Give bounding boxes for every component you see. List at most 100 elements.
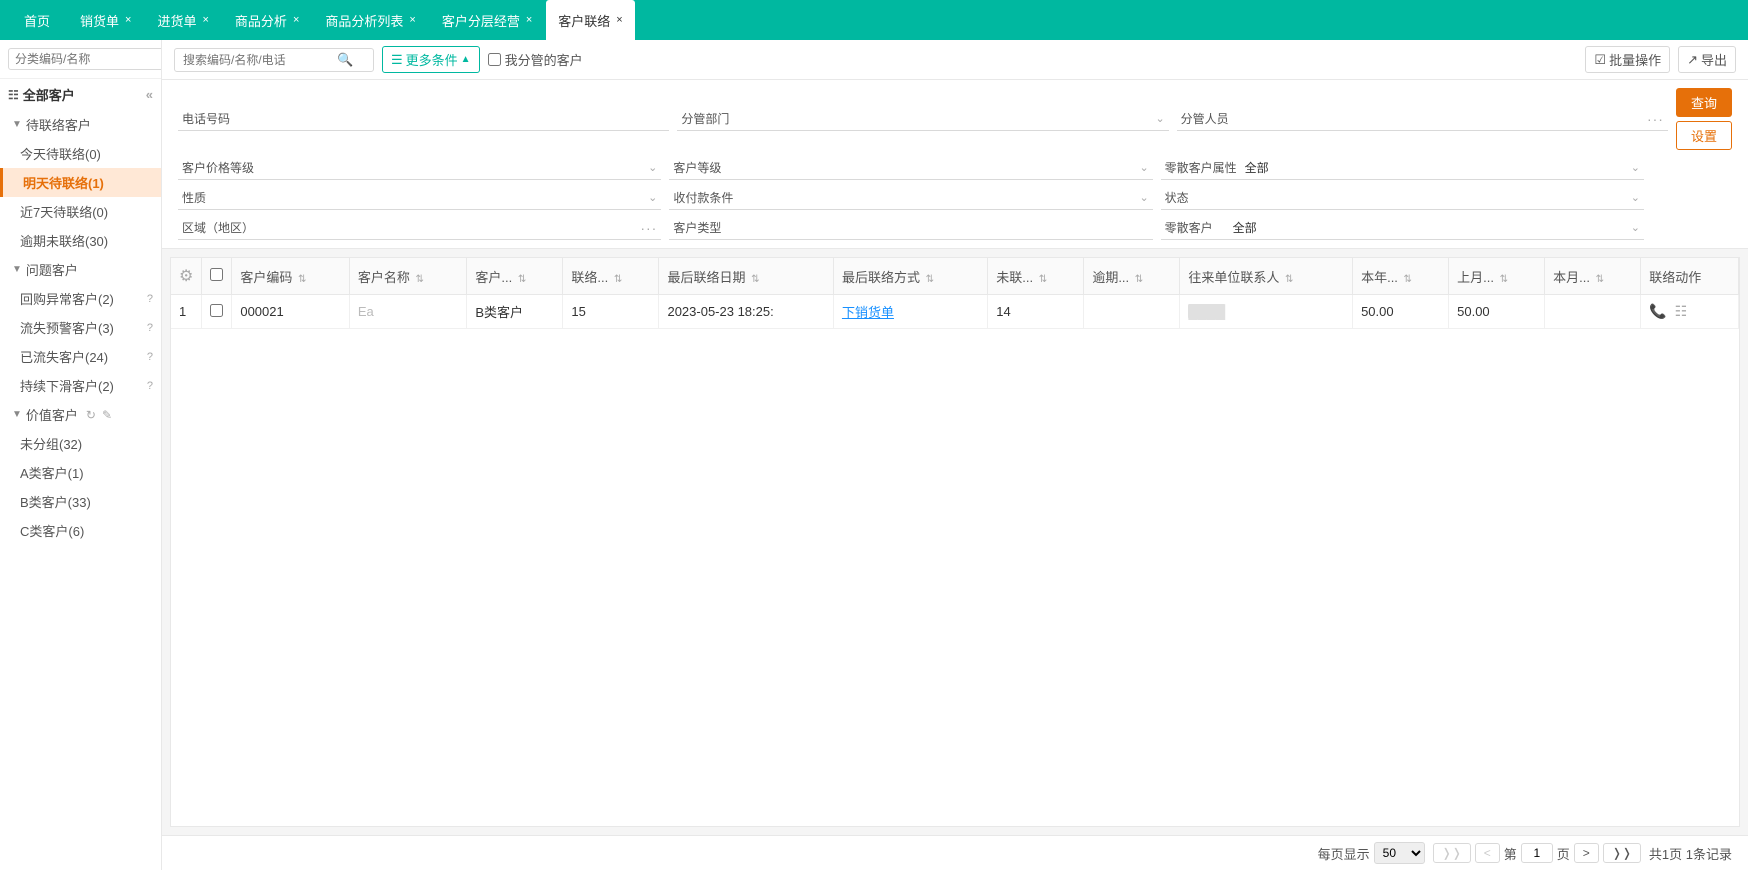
- sidebar-search-input[interactable]: [8, 48, 162, 70]
- page-last-btn[interactable]: ❭❭: [1603, 843, 1641, 863]
- th-contact-count-sort[interactable]: ⇅: [614, 274, 622, 285]
- nav-sales[interactable]: 销货单 ×: [68, 0, 143, 40]
- filter-dept[interactable]: 分管部门 ⌄: [677, 107, 1168, 131]
- sidebar-item-ungrouped[interactable]: 未分组(32): [0, 429, 161, 458]
- th-name-sort[interactable]: ⇅: [416, 274, 424, 285]
- nav-sales-close[interactable]: ×: [125, 14, 131, 26]
- sidebar-group-value[interactable]: ▼ 价值客户 ↻ ✎: [0, 400, 161, 429]
- sidebar-item-warning[interactable]: 流失预警客户(3) ?: [0, 313, 161, 342]
- filter-gender-label: 性质: [182, 189, 242, 206]
- page-label: 第: [1504, 844, 1517, 863]
- nav-purchase-close[interactable]: ×: [202, 14, 208, 26]
- filter-retail-customer[interactable]: 零散客户 全部 ⌄: [1161, 216, 1644, 240]
- nav-product-analysis[interactable]: 商品分析 ×: [223, 0, 311, 40]
- toolbar-search-input[interactable]: [183, 53, 333, 67]
- nav-customer-tier[interactable]: 客户分层经营 ×: [430, 0, 544, 40]
- filter-price-level[interactable]: 客户价格等级 ⌄: [178, 156, 661, 180]
- all-customers-label: 全部客户: [23, 85, 75, 104]
- my-customers-checkbox-container[interactable]: 我分管的客户: [488, 50, 583, 69]
- td-uncontacted: 14: [988, 295, 1084, 329]
- th-last-date: 最后联络日期 ⇅: [659, 258, 833, 295]
- bulk-action-btn[interactable]: ☑ 批量操作: [1585, 46, 1670, 73]
- export-btn[interactable]: ↗ 导出: [1678, 46, 1736, 73]
- sidebar-item-today[interactable]: 今天待联络(0): [0, 139, 161, 168]
- sidebar-item-tomorrow[interactable]: 明天待联络(1): [0, 168, 161, 197]
- filter-retail-attr-label: 零散客户属性: [1165, 159, 1237, 176]
- ungrouped-label: 未分组(32): [20, 434, 153, 453]
- sidebar-item-class-b[interactable]: B类客户(33): [0, 487, 161, 516]
- sidebar-item-declining[interactable]: 持续下滑客户(2) ?: [0, 371, 161, 400]
- page-prev-btn[interactable]: <: [1475, 843, 1500, 863]
- filter-retail-attr[interactable]: 零散客户属性 全部 ⌄: [1161, 156, 1644, 180]
- filter-person-dots[interactable]: ···: [1647, 111, 1664, 127]
- th-this-month-sort[interactable]: ⇅: [1596, 274, 1604, 285]
- nav-sales-label: 销货单: [80, 11, 119, 30]
- toolbar-filter-btn[interactable]: ☰ 更多条件 ▲: [382, 46, 480, 73]
- filter-region-dots[interactable]: ···: [640, 220, 657, 236]
- sidebar-search-container: 🔍: [0, 40, 161, 79]
- filter-customer-level[interactable]: 客户等级 ⌄: [669, 156, 1152, 180]
- class-a-label: A类客户(1): [20, 463, 153, 482]
- th-uncontacted-sort[interactable]: ⇅: [1039, 274, 1047, 285]
- th-action-label: 联络动作: [1649, 270, 1701, 285]
- page-size-select[interactable]: 10 20 50 100: [1374, 842, 1425, 864]
- filter-gender-arrow: ⌄: [648, 191, 657, 204]
- td-last-method-link[interactable]: 下销货单: [842, 305, 894, 320]
- page-input[interactable]: [1521, 843, 1553, 863]
- filter-status[interactable]: 状态 ⌄: [1161, 186, 1644, 210]
- th-type-sort[interactable]: ⇅: [518, 274, 526, 285]
- action-phone-icon[interactable]: 📞: [1649, 303, 1666, 320]
- sidebar-item-overdue[interactable]: 逾期未联络(30): [0, 226, 161, 255]
- sidebar-item-class-c[interactable]: C类客户(6): [0, 516, 161, 545]
- row-checkbox[interactable]: [210, 304, 223, 317]
- my-customers-checkbox[interactable]: [488, 53, 501, 66]
- toolbar-right: ☑ 批量操作 ↗ 导出: [1585, 46, 1736, 73]
- nav-customer-contact[interactable]: 客户联络 ×: [546, 0, 634, 40]
- sidebar-item-lost[interactable]: 已流失客户(24) ?: [0, 342, 161, 371]
- filter-price-level-arrow: ⌄: [648, 161, 657, 174]
- nav-home[interactable]: 首页: [8, 0, 66, 40]
- page-next-btn[interactable]: >: [1574, 843, 1599, 863]
- sidebar-group-pending[interactable]: ▼ 待联络客户: [0, 110, 161, 139]
- abnormal-label: 回购异常客户(2): [20, 289, 145, 308]
- nav-customer-contact-label: 客户联络: [558, 11, 610, 30]
- th-contact-person: 往来单位联系人 ⇅: [1180, 258, 1353, 295]
- sidebar-item-abnormal[interactable]: 回购异常客户(2) ?: [0, 284, 161, 313]
- th-contact-person-sort[interactable]: ⇅: [1285, 274, 1293, 285]
- select-all-checkbox[interactable]: [210, 268, 223, 281]
- filter-gender[interactable]: 性质 ⌄: [178, 186, 661, 210]
- toolbar-search-icon[interactable]: 🔍: [337, 52, 353, 68]
- th-last-method-sort[interactable]: ⇅: [926, 274, 934, 285]
- th-last-date-sort[interactable]: ⇅: [751, 274, 759, 285]
- query-btn[interactable]: 查询: [1676, 88, 1732, 117]
- table-wrapper: ⚙ 客户编码 ⇅ 客户名称 ⇅: [170, 257, 1740, 827]
- action-grid-icon[interactable]: ☷: [1675, 303, 1688, 320]
- nav-purchase[interactable]: 进货单 ×: [145, 0, 220, 40]
- th-code-label: 客户编码: [240, 270, 292, 285]
- nav-customer-contact-close[interactable]: ×: [616, 14, 622, 26]
- nav-product-analysis-list-close[interactable]: ×: [409, 14, 415, 26]
- reset-btn[interactable]: 设置: [1676, 121, 1732, 150]
- nav-product-analysis-close[interactable]: ×: [293, 14, 299, 26]
- td-name: Ea: [349, 295, 467, 329]
- sidebar-item-7days[interactable]: 近7天待联络(0): [0, 197, 161, 226]
- td-contact-person-value: ████: [1188, 304, 1225, 319]
- sidebar-group-problem[interactable]: ▼ 问题客户: [0, 255, 161, 284]
- value-edit-icon[interactable]: ✎: [102, 408, 112, 422]
- table-settings-icon[interactable]: ⚙: [179, 268, 193, 285]
- sidebar-item-class-a[interactable]: A类客户(1): [0, 458, 161, 487]
- nav-customer-tier-close[interactable]: ×: [526, 14, 532, 26]
- filter-dept-label: 分管部门: [681, 110, 741, 127]
- content-area: 🔍 ☰ 更多条件 ▲ 我分管的客户 ☑ 批量操作 ↗ 导出: [162, 40, 1748, 870]
- th-code-sort[interactable]: ⇅: [298, 274, 306, 285]
- th-checkbox: [202, 258, 232, 295]
- page-first-btn[interactable]: ❭❭: [1433, 843, 1471, 863]
- th-last-month-sort[interactable]: ⇅: [1500, 274, 1508, 285]
- sidebar-all-customers[interactable]: ☷ 全部客户 «: [0, 79, 161, 110]
- th-this-year-sort[interactable]: ⇅: [1404, 274, 1412, 285]
- filter-payment[interactable]: 收付款条件 ⌄: [669, 186, 1152, 210]
- th-overdue-sort[interactable]: ⇅: [1135, 274, 1143, 285]
- collapse-icon[interactable]: «: [146, 87, 153, 102]
- value-refresh-icon[interactable]: ↻: [86, 408, 96, 422]
- nav-product-analysis-list[interactable]: 商品分析列表 ×: [313, 0, 427, 40]
